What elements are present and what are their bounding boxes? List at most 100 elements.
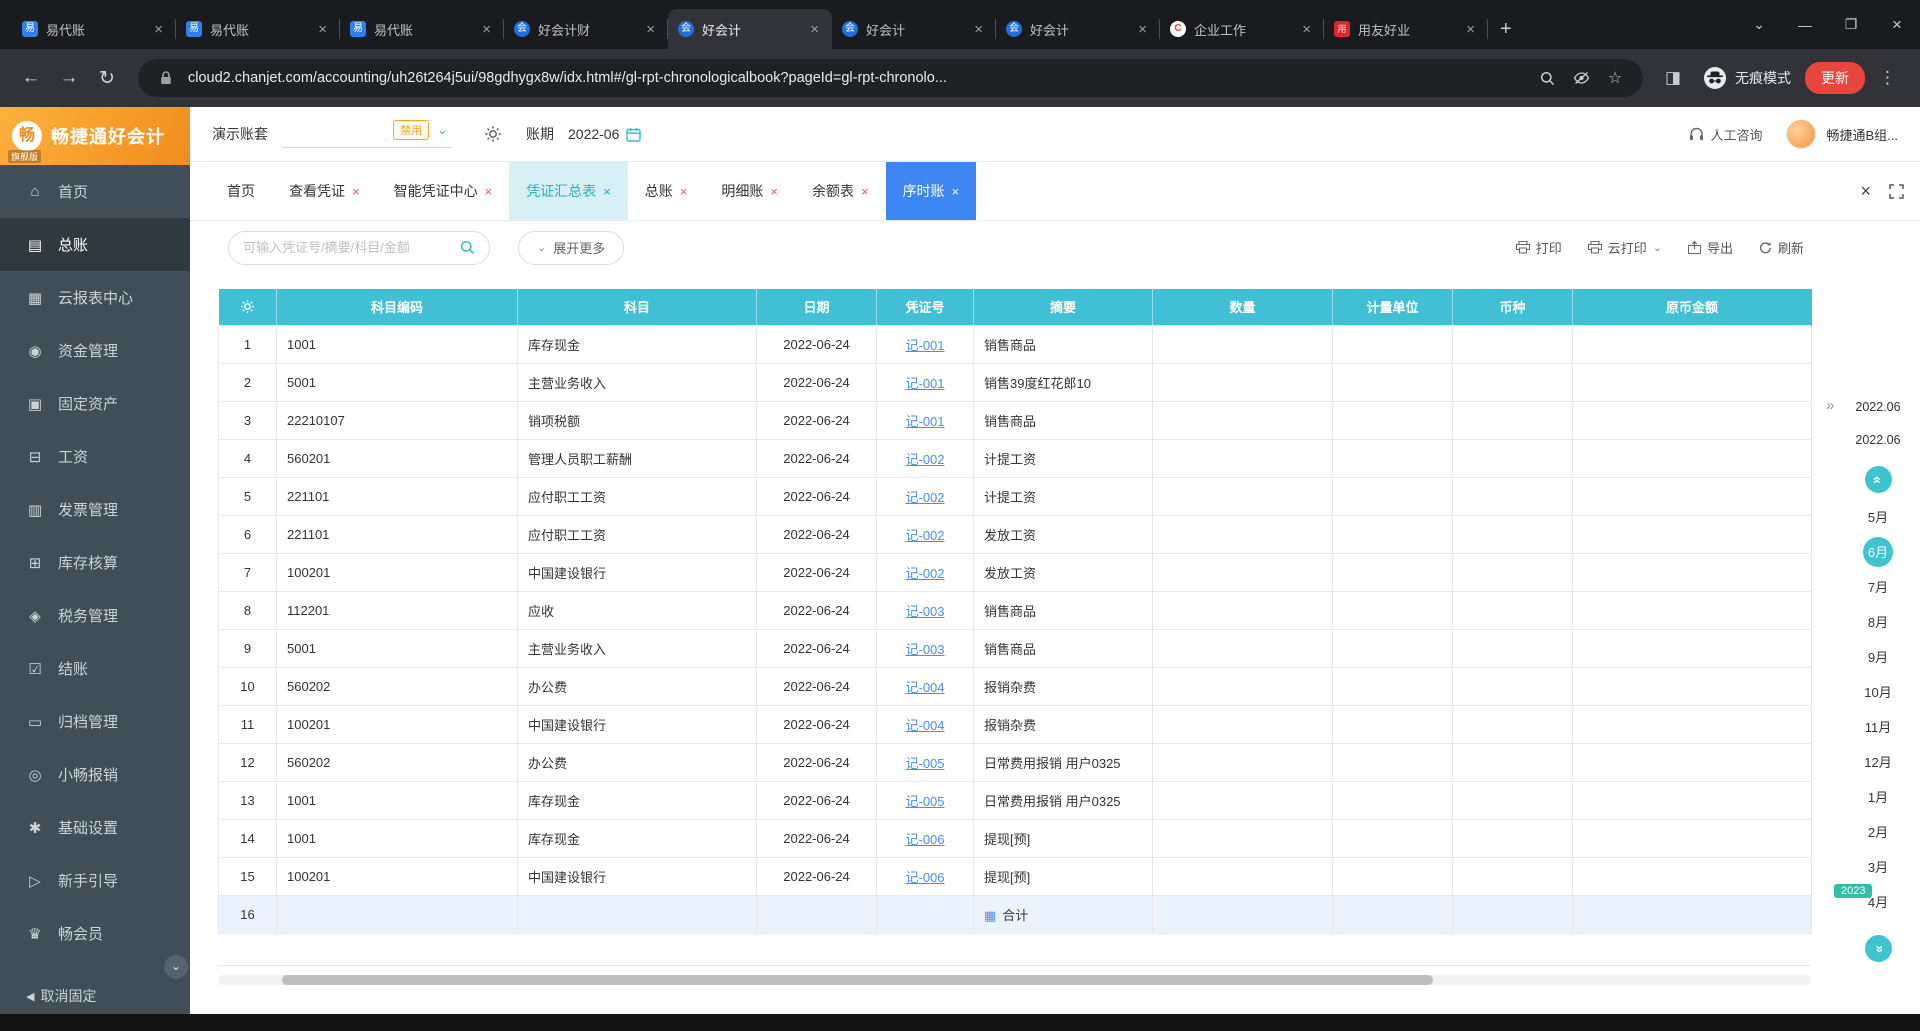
- tab-search-icon[interactable]: ⌄: [1736, 0, 1782, 49]
- sidebar-item-member[interactable]: ♛ 畅会员: [0, 907, 190, 960]
- account-set-select[interactable]: 禁用 ⌄: [282, 120, 452, 148]
- sidebar-item-funds[interactable]: ◉ 资金管理: [0, 324, 190, 377]
- browser-tab[interactable]: 会好会计 ×: [996, 9, 1160, 49]
- month-item[interactable]: 7月: [1860, 569, 1896, 604]
- page-tab[interactable]: 总账 ×: [628, 162, 705, 220]
- browser-menu-icon[interactable]: ⋮: [1869, 68, 1906, 88]
- fullscreen-icon[interactable]: [1889, 183, 1904, 199]
- tab-close-icon[interactable]: ×: [479, 21, 494, 38]
- sidebar-item-settings[interactable]: ✱ 基础设置: [0, 801, 190, 854]
- month-item[interactable]: 12月: [1860, 744, 1896, 779]
- voucher-link[interactable]: 记-002: [905, 528, 944, 543]
- panel-collapse-icon[interactable]: »: [1826, 397, 1834, 414]
- tab-close-icon[interactable]: ×: [1135, 21, 1150, 38]
- forward-icon[interactable]: →: [52, 61, 86, 95]
- period-picker[interactable]: 2022-06: [568, 126, 642, 142]
- table-row[interactable]: 15 100201 中国建设银行 2022-06-24 记-006 提现[预]: [218, 856, 1812, 896]
- tab-close-icon[interactable]: ×: [1299, 21, 1314, 38]
- incognito-profile-chip[interactable]: 无痕模式: [1693, 66, 1801, 90]
- tab-close-icon[interactable]: ×: [807, 21, 822, 38]
- voucher-link[interactable]: 记-003: [905, 642, 944, 657]
- table-row[interactable]: 12 560202 办公费 2022-06-24 记-005 日常费用报销 用户0325: [218, 742, 1812, 782]
- table-row[interactable]: 5 221101 应付职工工资 2022-06-24 记-002 计提工资: [218, 476, 1812, 516]
- tab-close-icon[interactable]: ×: [485, 184, 493, 199]
- page-tab[interactable]: 序时账 ×: [885, 162, 977, 220]
- voucher-link[interactable]: 记-002: [905, 452, 944, 467]
- table-row[interactable]: 7 100201 中国建设银行 2022-06-24 记-002 发放工资: [218, 552, 1812, 592]
- table-row[interactable]: 1 1001 库存现金 2022-06-24 记-001 销售商品: [218, 324, 1812, 364]
- content-blocked-eye-icon[interactable]: [1569, 71, 1593, 85]
- print-button[interactable]: 打印: [1515, 238, 1562, 257]
- settings-gear-icon[interactable]: [484, 125, 502, 143]
- minimize-button[interactable]: ―: [1782, 0, 1828, 49]
- sidebar-item-tax[interactable]: ◈ 税务管理: [0, 589, 190, 642]
- page-tab[interactable]: 首页: [210, 162, 272, 220]
- table-row[interactable]: 9 5001 主营业务收入 2022-06-24 记-003 销售商品: [218, 628, 1812, 668]
- voucher-link[interactable]: 记-004: [905, 680, 944, 695]
- tab-close-icon[interactable]: ×: [1463, 21, 1478, 38]
- tab-close-icon[interactable]: ×: [971, 21, 986, 38]
- page-tab[interactable]: 智能凭证中心 ×: [377, 162, 510, 220]
- page-tab[interactable]: 凭证汇总表 ×: [509, 162, 628, 220]
- update-button[interactable]: 更新: [1805, 62, 1865, 94]
- close-window-button[interactable]: ×: [1874, 0, 1920, 49]
- side-panel-icon[interactable]: ◨: [1657, 68, 1689, 88]
- voucher-link[interactable]: 记-005: [905, 794, 944, 809]
- browser-tab[interactable]: 会好会计 ×: [668, 9, 832, 49]
- month-item[interactable]: 10月: [1860, 674, 1896, 709]
- sidebar-item-ledger[interactable]: ▤ 总账: [0, 218, 190, 271]
- page-tab[interactable]: 查看凭证 ×: [272, 162, 377, 220]
- month-item[interactable]: 1月: [1860, 779, 1896, 814]
- month-item[interactable]: 11月: [1860, 709, 1896, 744]
- voucher-link[interactable]: 记-006: [905, 832, 944, 847]
- table-row[interactable]: 3 22210107 销项税额 2022-06-24 记-001 销售商品: [218, 400, 1812, 440]
- table-row[interactable]: 13 1001 库存现金 2022-06-24 记-005 日常费用报销 用户0325: [218, 780, 1812, 820]
- month-item[interactable]: 6月: [1863, 536, 1893, 567]
- voucher-link[interactable]: 记-002: [905, 490, 944, 505]
- voucher-link[interactable]: 记-004: [905, 718, 944, 733]
- voucher-link[interactable]: 记-001: [905, 376, 944, 391]
- browser-tab[interactable]: C 企业工作 ×: [1160, 9, 1324, 49]
- user-avatar[interactable]: [1786, 119, 1817, 149]
- sidebar-item-home[interactable]: ⌂ 首页: [0, 165, 190, 218]
- sidebar-item-inventory[interactable]: ⊞ 库存核算: [0, 536, 190, 589]
- table-row[interactable]: 4 560201 管理人员职工薪酬 2022-06-24 记-002 计提工资: [218, 438, 1812, 478]
- voucher-link[interactable]: 记-005: [905, 756, 944, 771]
- month-item[interactable]: 8月: [1860, 604, 1896, 639]
- browser-tab[interactable]: 用用友好业 ×: [1324, 9, 1488, 49]
- tab-close-icon[interactable]: ×: [861, 184, 869, 199]
- tab-close-icon[interactable]: ×: [770, 184, 778, 199]
- tab-close-icon[interactable]: ×: [315, 21, 330, 38]
- scrollbar-thumb[interactable]: [282, 974, 1433, 985]
- voucher-link[interactable]: 记-006: [905, 870, 944, 885]
- maximize-button[interactable]: ❐: [1828, 0, 1874, 49]
- table-row[interactable]: 10 560202 办公费 2022-06-24 记-004 报销杂费: [218, 666, 1812, 706]
- month-item[interactable]: 3月: [1860, 849, 1896, 884]
- browser-tab[interactable]: 易易代账 ×: [176, 9, 340, 49]
- table-row[interactable]: 8 112201 应收 2022-06-24 记-003 销售商品: [218, 590, 1812, 630]
- browser-tab[interactable]: 易易代账 ×: [12, 9, 176, 49]
- browser-tab[interactable]: 会好会计 ×: [832, 9, 996, 49]
- refresh-button[interactable]: 刷新: [1759, 238, 1804, 257]
- tab-close-icon[interactable]: ×: [603, 184, 611, 199]
- voucher-link[interactable]: 记-001: [905, 338, 944, 353]
- tab-close-icon[interactable]: ×: [151, 21, 166, 38]
- bookmark-star-icon[interactable]: ☆: [1603, 68, 1627, 88]
- table-row[interactable]: 14 1001 库存现金 2022-06-24 记-006 提现[预]: [218, 818, 1812, 858]
- page-tab[interactable]: 余额表 ×: [795, 162, 886, 220]
- search-input[interactable]: [243, 240, 452, 255]
- back-icon[interactable]: ←: [14, 61, 48, 95]
- voucher-link[interactable]: 记-002: [905, 566, 944, 581]
- sidebar-item-expense[interactable]: ◎ 小畅报销: [0, 748, 190, 801]
- browser-tab[interactable]: 易易代账 ×: [340, 9, 504, 49]
- export-button[interactable]: 导出: [1687, 238, 1733, 257]
- month-item[interactable]: 2月: [1860, 814, 1896, 849]
- unpin-sidebar-button[interactable]: ◀ 取消固定: [26, 986, 96, 1006]
- sidebar-item-guide[interactable]: ▷ 新手引导: [0, 854, 190, 907]
- sidebar-item-report[interactable]: ▦ 云报表中心: [0, 271, 190, 324]
- url-bar[interactable]: cloud2.chanjet.com/accounting/uh26t264j5…: [138, 59, 1643, 97]
- new-tab-button[interactable]: +: [1488, 18, 1526, 49]
- scroll-down-icon[interactable]: «: [1864, 935, 1892, 962]
- search-icon[interactable]: [460, 240, 475, 255]
- scroll-up-icon[interactable]: «: [1864, 466, 1892, 493]
